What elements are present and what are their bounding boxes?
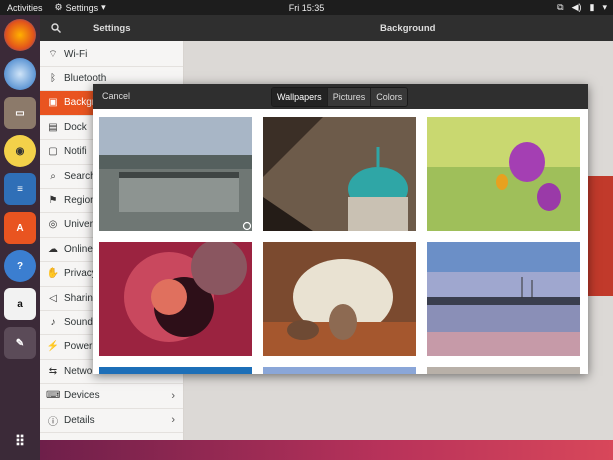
battery-icon: ▮ [589,2,595,12]
sidebar-item-devices[interactable]: ⌨ Devices › [40,384,183,409]
region-icon: ⚑ [48,194,58,206]
system-tray[interactable]: ⧉ ◀) ▮ ▾ [557,2,607,13]
wallpaper-row3-1[interactable] [99,367,252,374]
chevron-right-icon: › [171,389,175,402]
wifi-icon: ⌔ [48,48,58,60]
desktop-wallpaper [40,440,613,460]
tab-pictures[interactable]: Pictures [327,88,372,106]
devices-icon: ⌨ [46,390,61,402]
top-bar: Activities ⚙ Settings ▾ Fri 15:35 ⧉ ◀) ▮… [0,0,613,15]
header-bar: Settings Background [40,15,613,41]
notifications-icon: ▢ [48,146,58,158]
search-icon: ⌕ [50,170,56,182]
help-icon[interactable]: ? [4,250,36,282]
thunderbird-icon[interactable] [4,58,36,90]
wallpaper-row3-3[interactable] [427,367,580,374]
sidebar-title: Settings [93,23,131,34]
wallpaper-pier-pool[interactable] [99,117,252,231]
tab-wallpapers[interactable]: Wallpapers [272,88,328,106]
wallpaper-grid [93,109,588,374]
sidebar-item-label: Details [64,414,95,426]
page-title: Background [380,23,436,34]
online-accounts-icon: ☁ [48,243,58,255]
files-icon[interactable]: ▭ [4,97,36,129]
tab-colors[interactable]: Colors [371,88,408,106]
sidebar-item-details[interactable]: ⓘ Details › [40,408,183,433]
firefox-icon[interactable] [4,19,36,51]
amazon-icon[interactable]: a [4,288,36,320]
sidebar-item-label: Dock [64,121,87,133]
sidebar-item-label: Region [64,194,96,206]
settings-icon[interactable]: ✎ [4,327,36,359]
universal-access-icon: ◎ [48,219,58,231]
writer-icon[interactable]: ≡ [4,173,36,205]
sharing-icon: ◁ [49,292,57,304]
power-icon: ⚡ [46,341,60,353]
sound-icon: ♪ [50,316,56,328]
chevron-down-icon: ▾ [602,2,607,12]
bluetooth-icon: ᛒ [50,72,56,84]
sidebar-item-label: Sound [64,316,93,328]
sidebar-item-label: Devices [64,390,100,402]
tab-switcher: Wallpapers Pictures Colors [271,87,409,107]
cancel-button[interactable]: Cancel [102,91,130,101]
sidebar-item-label: Power [64,341,93,353]
sidebar-item-label: Notifi [64,146,87,158]
network-icon: ⇆ [48,365,58,377]
wallpaper-rock-arch[interactable] [263,242,416,356]
chevron-right-icon: › [171,414,175,426]
volume-icon: ◀) [571,2,582,12]
sidebar-item-label: Wi-Fi [64,48,88,60]
wallpaper-cathedral-dome[interactable] [263,117,416,231]
dock: ▭ ◉ ≡ A ? a ✎ ⠿ [0,15,40,460]
dialog-header: Cancel Wallpapers Pictures Colors [93,84,588,109]
sidebar-item-label: Univer [64,219,93,231]
clock[interactable]: Fri 15:35 [0,3,613,13]
show-apps-icon[interactable]: ⠿ [4,425,36,457]
software-icon[interactable]: A [4,212,36,244]
wallpaper-row3-2[interactable] [263,367,416,374]
network-icon: ⧉ [557,2,564,12]
rhythmbox-icon[interactable]: ◉ [4,135,36,167]
wallpaper-dialog: Cancel Wallpapers Pictures Colors [93,84,588,374]
wallpaper-marina-sunset[interactable] [427,242,580,356]
wallpaper-purple-crocus[interactable] [427,117,580,231]
dock-icon: ▤ [48,121,58,133]
background-icon: ▣ [48,97,58,109]
sidebar-item-label: Online [64,243,93,255]
search-icon [51,23,61,33]
sidebar-item-label: Backgr [64,97,96,109]
sidebar-item-wi-fi[interactable]: ⌔ Wi-Fi [40,42,183,67]
sidebar-item-label: Privacy [64,268,97,280]
search-button[interactable] [46,19,66,37]
sidebar-item-label: Bluetooth [64,72,107,84]
details-icon: ⓘ [48,416,58,428]
privacy-icon: ✋ [46,268,60,280]
sidebar-item-label: Search [64,170,96,182]
wallpaper-abstract-knot[interactable] [99,242,252,356]
